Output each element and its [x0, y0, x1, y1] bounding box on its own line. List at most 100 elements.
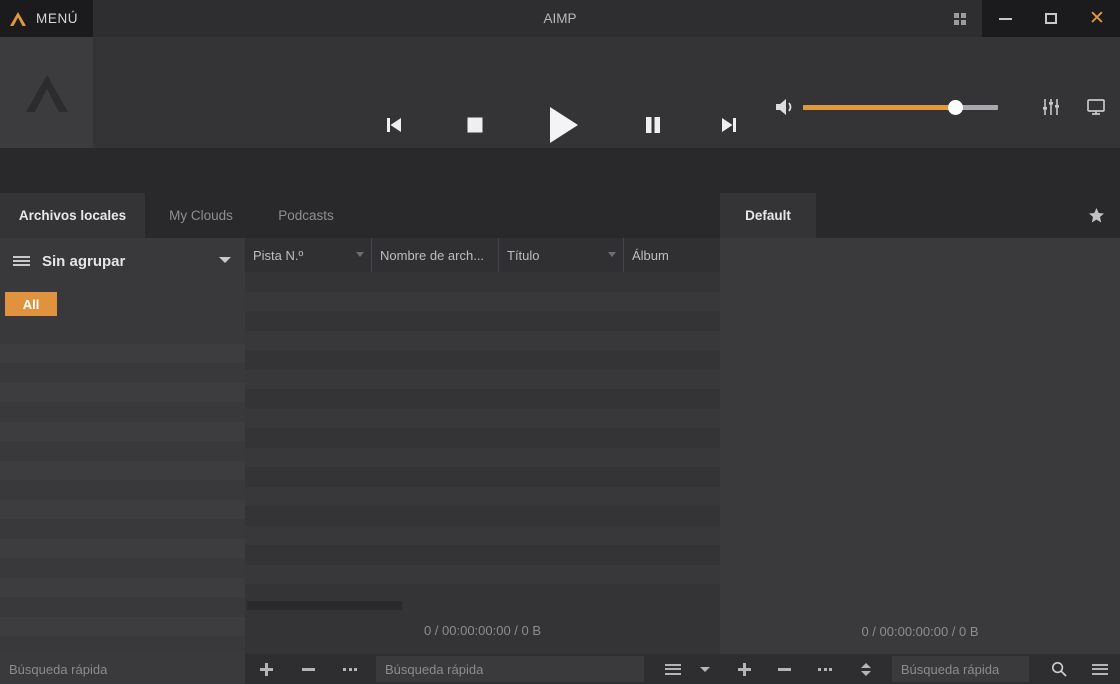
album-art [0, 37, 93, 148]
table-row[interactable] [0, 597, 245, 617]
table-row[interactable] [245, 545, 720, 565]
library-add-button[interactable] [245, 654, 287, 684]
next-track-button[interactable] [700, 95, 760, 155]
playlist-tabs: Default [720, 193, 1120, 238]
previous-track-button[interactable] [360, 95, 425, 155]
playlist-menu-button[interactable] [1080, 654, 1120, 684]
library-horizontal-scrollbar[interactable] [247, 601, 722, 610]
chevron-down-icon[interactable] [219, 257, 231, 263]
table-row[interactable] [245, 428, 720, 448]
minimize-icon [999, 18, 1012, 20]
table-row[interactable] [0, 461, 245, 481]
scrollbar-thumb[interactable] [247, 601, 402, 610]
table-row[interactable] [0, 402, 245, 422]
library-status: 0 / 00:00:00:00 / 0 B [245, 616, 720, 644]
playlist-more-button[interactable] [805, 654, 845, 684]
pause-button[interactable] [620, 95, 685, 155]
sidebar-search-input[interactable]: Búsqueda rápida [0, 654, 245, 684]
stop-button[interactable] [442, 95, 507, 155]
library-view-button[interactable] [652, 654, 694, 684]
filter-badge-all[interactable]: All [5, 292, 57, 316]
table-row[interactable] [245, 526, 720, 546]
hamburger-menu-icon[interactable] [0, 254, 42, 268]
table-row[interactable] [245, 331, 720, 351]
bottom-toolbars: Búsqueda rápida Búsqueda rápida Búsqueda… [0, 654, 1120, 684]
sort-updown-icon [861, 663, 871, 676]
library-rows[interactable] [245, 272, 720, 596]
library-more-button[interactable] [329, 654, 371, 684]
plus-add-icon [738, 663, 751, 676]
table-row[interactable] [245, 292, 720, 312]
column-filter-icon[interactable] [356, 252, 364, 257]
table-row[interactable] [245, 350, 720, 370]
library-list-panel: Pista N.º Nombre de arch... Título Álbum… [245, 238, 720, 654]
aimp-triangle-logo-icon [9, 11, 27, 27]
table-row[interactable] [0, 558, 245, 578]
playlist-panel[interactable]: 0 / 00:00:00:00 / 0 B [720, 238, 1120, 654]
table-row[interactable] [0, 539, 245, 559]
playlist-add-button[interactable] [724, 654, 764, 684]
window-controls: ✕ [982, 0, 1120, 37]
play-button[interactable] [528, 95, 598, 155]
column-filter-icon[interactable] [608, 252, 616, 257]
table-row[interactable] [245, 448, 720, 468]
table-row[interactable] [0, 363, 245, 383]
tab-podcasts[interactable]: Podcasts [257, 193, 355, 238]
volume-fill [803, 105, 955, 110]
table-row[interactable] [245, 272, 720, 292]
table-row[interactable] [0, 500, 245, 520]
star-favorite-icon [1088, 207, 1105, 224]
table-row[interactable] [245, 565, 720, 585]
playlist-search-input[interactable]: Búsqueda rápida [892, 656, 1029, 682]
table-row[interactable] [245, 487, 720, 507]
player-panel: A-B [0, 37, 1120, 148]
library-search-input[interactable]: Búsqueda rápida [376, 656, 644, 682]
library-view-chevron[interactable] [694, 654, 716, 684]
playlist-tab-default[interactable]: Default [720, 193, 816, 238]
grouping-label: Sin agrupar [42, 253, 125, 270]
table-row[interactable] [245, 311, 720, 331]
table-row[interactable] [0, 519, 245, 539]
column-header-titulo[interactable]: Título [499, 238, 624, 272]
chevron-down-icon [700, 667, 710, 672]
maximize-button[interactable] [1028, 0, 1074, 37]
equalizer-button[interactable] [1028, 98, 1073, 116]
search-magnifier-icon [1051, 661, 1067, 677]
grid-view-button[interactable] [940, 0, 980, 37]
table-row[interactable] [0, 422, 245, 442]
minimize-button[interactable] [982, 0, 1028, 37]
tab-my-clouds[interactable]: My Clouds [145, 193, 257, 238]
table-row[interactable] [0, 383, 245, 403]
library-sidebar-list[interactable] [0, 324, 245, 654]
column-header-album[interactable]: Álbum [624, 238, 720, 272]
table-row[interactable] [245, 370, 720, 390]
column-header-pista[interactable]: Pista N.º [245, 238, 372, 272]
volume-knob[interactable] [948, 100, 963, 115]
speaker-volume-icon[interactable] [768, 97, 801, 117]
table-row[interactable] [245, 409, 720, 429]
table-row[interactable] [0, 344, 245, 364]
main-menu-button[interactable]: MENÚ [0, 0, 93, 37]
playlist-sort-button[interactable] [845, 654, 885, 684]
table-row[interactable] [0, 324, 245, 344]
volume-row [768, 92, 1118, 122]
table-row[interactable] [245, 506, 720, 526]
volume-slider[interactable] [803, 96, 994, 118]
library-remove-button[interactable] [287, 654, 329, 684]
display-button[interactable] [1073, 98, 1118, 116]
table-row[interactable] [245, 467, 720, 487]
close-button[interactable]: ✕ [1074, 0, 1120, 37]
plus-add-icon [260, 663, 273, 676]
column-header-nombre-archivo[interactable]: Nombre de arch... [372, 238, 499, 272]
tab-archivos-locales[interactable]: Archivos locales [0, 193, 145, 238]
table-row[interactable] [0, 636, 245, 656]
table-row[interactable] [0, 480, 245, 500]
playlist-search-button[interactable] [1039, 654, 1079, 684]
table-row[interactable] [0, 441, 245, 461]
table-row[interactable] [0, 617, 245, 637]
grouping-selector[interactable]: Sin agrupar [0, 238, 245, 284]
table-row[interactable] [245, 389, 720, 409]
favorite-playlist-button[interactable] [1080, 193, 1112, 238]
playlist-remove-button[interactable] [764, 654, 804, 684]
table-row[interactable] [0, 578, 245, 598]
